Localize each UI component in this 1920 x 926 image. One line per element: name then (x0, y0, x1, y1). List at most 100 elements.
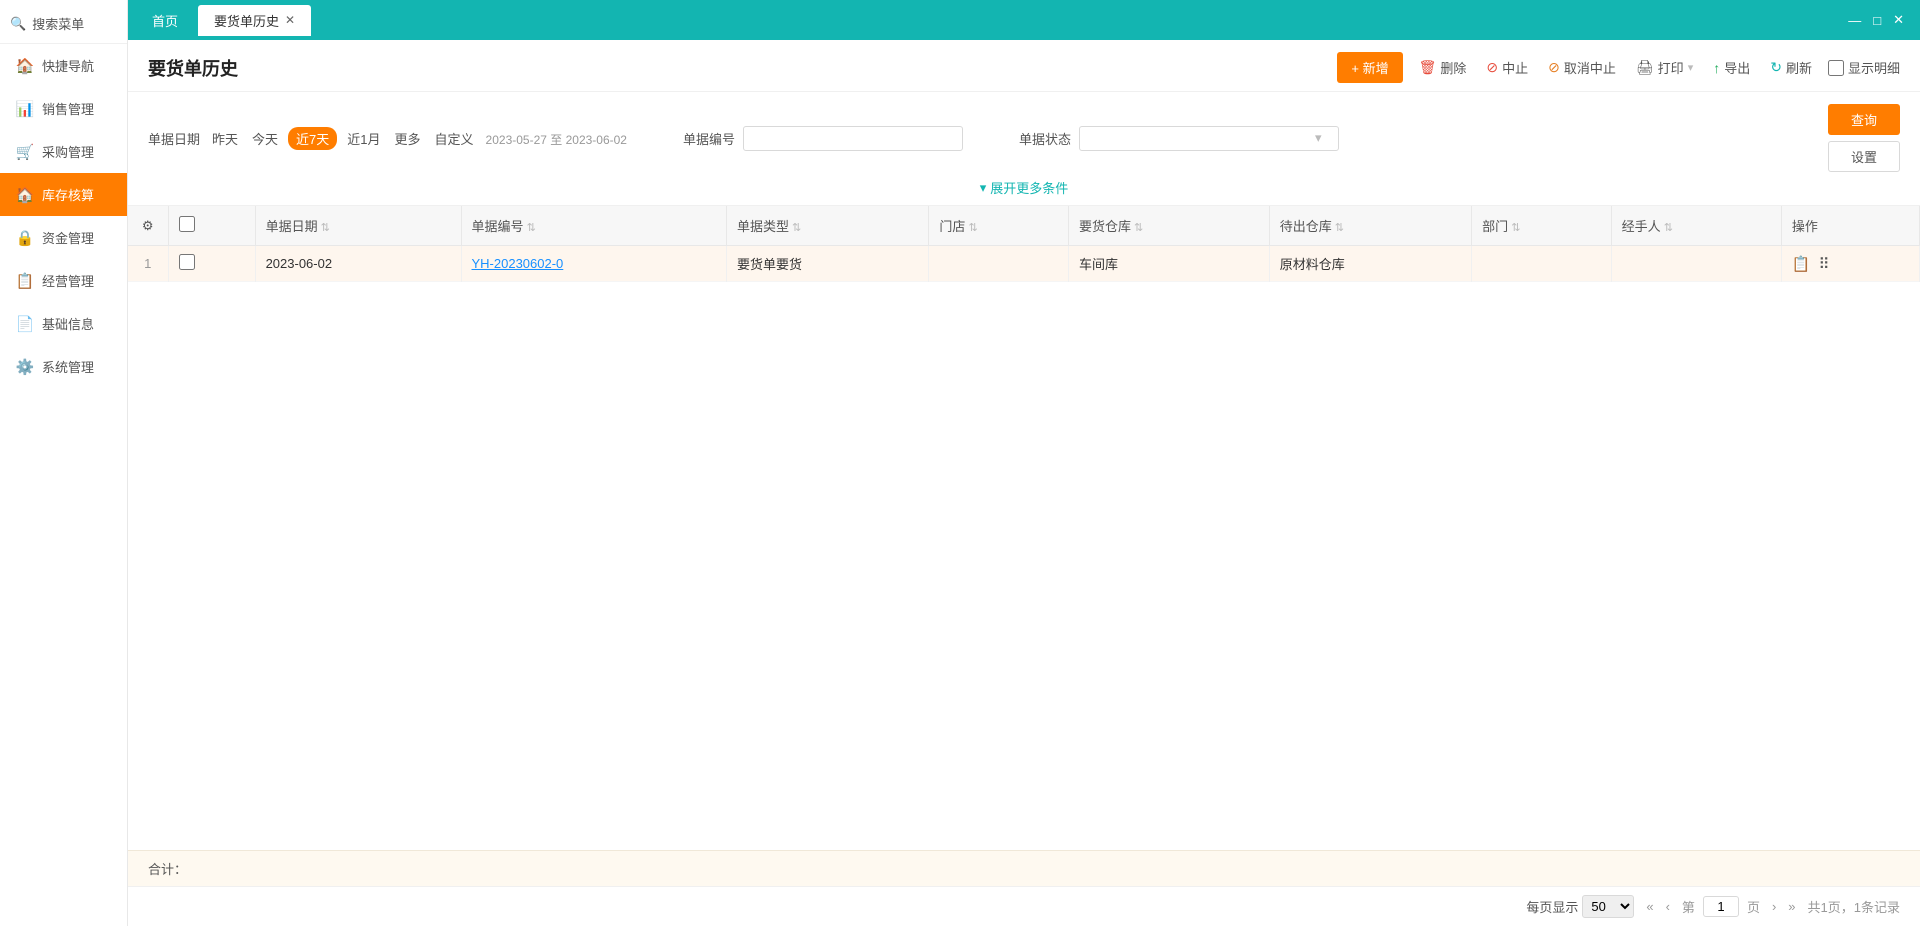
doc-num-link[interactable]: YH-20230602-0 (472, 256, 564, 271)
select-all-checkbox[interactable] (179, 216, 195, 232)
delete-label: 删除 (1440, 58, 1466, 77)
edit-icon[interactable]: 📋 (1792, 255, 1811, 273)
date-shortcut-yesterday[interactable]: 昨天 (208, 127, 242, 150)
th-store[interactable]: 门店 (929, 206, 1069, 246)
data-table: ⚙ 单据日期 单据编号 单据类型 门店 要货仓库 待出仓库 部门 经手人 操 (128, 206, 1920, 282)
th-doc-type[interactable]: 单据类型 (726, 206, 928, 246)
date-shortcut-1month[interactable]: 近1月 (343, 127, 384, 150)
page-label2: 页 (1743, 895, 1764, 918)
more-icon[interactable]: ⠿ (1819, 255, 1830, 273)
sidebar: 🔍 搜索菜单 🏠 快捷导航 📊 销售管理 🛒 采购管理 🏠 库存核算 🔒 资金管… (0, 0, 128, 926)
th-checkbox[interactable] (168, 206, 255, 246)
row-actions: 📋 ⠿ (1792, 255, 1909, 273)
stop-label: 中止 (1502, 58, 1528, 77)
prev-page-button[interactable]: ‹ (1662, 897, 1674, 916)
table-footer: 合计： (128, 850, 1920, 886)
th-gear[interactable]: ⚙ (128, 206, 168, 246)
page-total: 共1页，1条记录 (1808, 897, 1900, 916)
table-header-row: ⚙ 单据日期 单据编号 单据类型 门店 要货仓库 待出仓库 部门 经手人 操 (128, 206, 1920, 246)
system-icon: ⚙️ (16, 358, 34, 376)
th-handler[interactable]: 经手人 (1611, 206, 1781, 246)
doc-date-cell: 2023-06-02 (255, 246, 461, 282)
th-dept[interactable]: 部门 (1472, 206, 1612, 246)
th-doc-num[interactable]: 单据编号 (461, 206, 726, 246)
cancel-stop-icon: ⊘ (1548, 59, 1560, 76)
refresh-button[interactable]: ↻ 刷新 (1766, 54, 1816, 81)
sidebar-item-quick-nav[interactable]: 🏠 快捷导航 (0, 44, 127, 87)
data-table-wrapper: ⚙ 单据日期 单据编号 单据类型 门店 要货仓库 待出仓库 部门 经手人 操 (128, 206, 1920, 850)
expand-more-button[interactable]: ▾ 展开更多条件 (148, 172, 1900, 201)
next-page-button[interactable]: › (1768, 897, 1780, 916)
th-req-warehouse[interactable]: 要货仓库 (1068, 206, 1269, 246)
window-close-icon[interactable]: ✕ (1893, 12, 1904, 28)
date-shortcut-today[interactable]: 今天 (248, 127, 282, 150)
date-shortcut-7days[interactable]: 近7天 (288, 127, 337, 150)
sidebar-item-label: 快捷导航 (42, 56, 94, 75)
sidebar-item-label: 销售管理 (42, 99, 94, 118)
page-label: 第 (1678, 895, 1699, 918)
status-input[interactable] (1079, 126, 1339, 151)
display-detail-toggle[interactable]: 显示明细 (1828, 58, 1900, 77)
th-action: 操作 (1781, 206, 1919, 246)
window-minimize-icon[interactable]: — (1848, 13, 1861, 28)
display-detail-checkbox[interactable] (1828, 60, 1844, 76)
date-shortcut-custom[interactable]: 自定义 (431, 127, 478, 150)
export-button[interactable]: ↑ 导出 (1709, 54, 1754, 81)
toolbar: + 新增 🗑 删除 ⊘ 中止 ⊘ 取消中止 🖨 打印 ▾ (1337, 52, 1900, 83)
status-dropdown-icon[interactable]: ▾ (1315, 130, 1322, 146)
sidebar-item-finance[interactable]: 🔒 资金管理 (0, 216, 127, 259)
first-page-button[interactable]: « (1642, 897, 1657, 916)
cancel-stop-button[interactable]: ⊘ 取消中止 (1544, 54, 1620, 81)
doc-num-label: 单据编号 (683, 129, 735, 148)
page-title: 要货单历史 (148, 55, 238, 81)
sidebar-item-purchase[interactable]: 🛒 采购管理 (0, 130, 127, 173)
doc-num-input[interactable] (743, 126, 963, 151)
doc-num-filter: 单据编号 (683, 126, 963, 151)
sidebar-item-operations[interactable]: 📋 经营管理 (0, 259, 127, 302)
tab-req-history[interactable]: 要货单历史 ✕ (198, 5, 311, 36)
pending-warehouse-cell: 原材料仓库 (1269, 246, 1471, 282)
stop-button[interactable]: ⊘ 中止 (1482, 54, 1532, 81)
search-icon: 🔍 (10, 16, 26, 32)
date-filter: 单据日期 昨天 今天 近7天 近1月 更多 自定义 2023-05-27 至 2… (148, 127, 627, 150)
refresh-label: 刷新 (1786, 58, 1812, 77)
print-button[interactable]: 🖨 打印 ▾ (1632, 54, 1697, 81)
row-checkbox-cell[interactable] (168, 246, 255, 282)
tab-home[interactable]: 首页 (136, 5, 194, 36)
sidebar-item-label: 基础信息 (42, 314, 94, 333)
date-shortcut-more[interactable]: 更多 (391, 127, 425, 150)
sidebar-item-system[interactable]: ⚙️ 系统管理 (0, 345, 127, 388)
last-page-button[interactable]: » (1784, 897, 1799, 916)
refresh-icon: ↻ (1770, 59, 1782, 76)
export-icon: ↑ (1713, 60, 1720, 76)
sidebar-item-inventory[interactable]: 🏠 库存核算 (0, 173, 127, 216)
filter-settings-button[interactable]: 设置 (1828, 141, 1900, 172)
delete-button[interactable]: 🗑 删除 (1415, 54, 1471, 81)
page-input[interactable] (1703, 896, 1739, 917)
date-shortcuts: 昨天 今天 近7天 近1月 更多 自定义 (208, 127, 478, 150)
home-icon: 🏠 (16, 57, 34, 75)
th-doc-date[interactable]: 单据日期 (255, 206, 461, 246)
cancel-stop-label: 取消中止 (1564, 58, 1616, 77)
sidebar-item-basic-info[interactable]: 📄 基础信息 (0, 302, 127, 345)
per-page-control: 每页显示 20 50 100 (1526, 895, 1634, 918)
doc-type-cell: 要货单要货 (726, 246, 928, 282)
sidebar-item-label: 库存核算 (42, 185, 94, 204)
req-warehouse-cell: 车间库 (1068, 246, 1269, 282)
sidebar-item-sales[interactable]: 📊 销售管理 (0, 87, 127, 130)
window-maximize-icon[interactable]: □ (1873, 13, 1881, 28)
expand-icon: ▾ (980, 180, 987, 196)
stop-icon: ⊘ (1486, 59, 1498, 76)
finance-icon: 🔒 (16, 229, 34, 247)
sidebar-item-label: 经营管理 (42, 271, 94, 290)
sidebar-search[interactable]: 🔍 搜索菜单 (0, 0, 127, 44)
tab-close-icon[interactable]: ✕ (285, 13, 295, 27)
store-cell (929, 246, 1069, 282)
th-pending-warehouse[interactable]: 待出仓库 (1269, 206, 1471, 246)
query-button[interactable]: 查询 (1828, 104, 1900, 135)
row-checkbox[interactable] (179, 254, 195, 270)
per-page-select[interactable]: 20 50 100 (1582, 895, 1634, 918)
page-content: 要货单历史 + 新增 🗑 删除 ⊘ 中止 ⊘ 取消中止 🖨 打印 (128, 40, 1920, 926)
new-button[interactable]: + 新增 (1337, 52, 1402, 83)
tab-req-history-label: 要货单历史 (214, 11, 279, 30)
